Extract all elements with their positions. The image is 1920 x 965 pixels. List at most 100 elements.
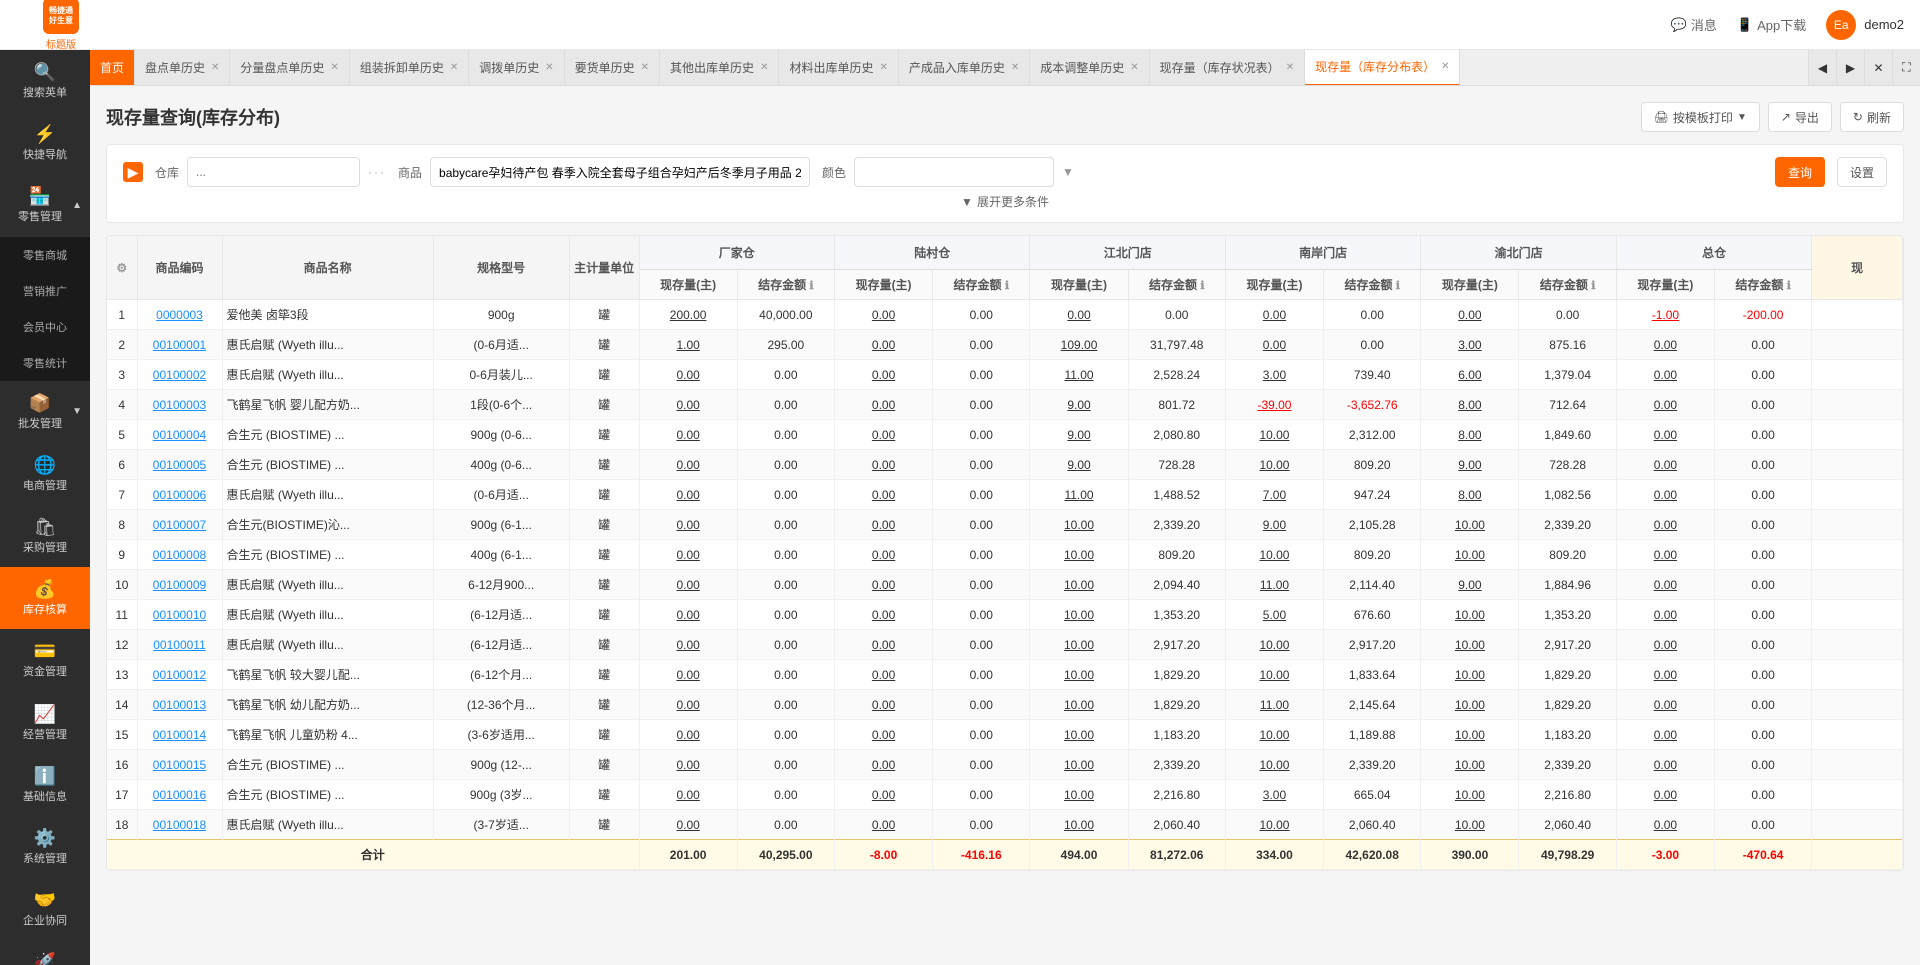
warehouse-input[interactable] <box>187 157 360 187</box>
cell-zongCurrent[interactable]: 0.00 <box>1616 630 1714 660</box>
tab-cost-adj[interactable]: 成本调整单历史 ✕ <box>1030 50 1149 86</box>
cell-changjiaCurrent[interactable]: 0.00 <box>639 510 737 540</box>
sidebar-item-search[interactable]: 🔍 搜索英单 <box>0 50 90 112</box>
tab-portion-check[interactable]: 分量盘点单历史 ✕ <box>230 50 349 86</box>
tab-material-out-close[interactable]: ✕ <box>879 62 887 73</box>
cell-lucunCurrent[interactable]: 0.00 <box>835 450 933 480</box>
tab-order-close[interactable]: ✕ <box>641 62 649 73</box>
cell-lucunCurrent[interactable]: 0.00 <box>835 510 933 540</box>
cell-jiangbeiCurrent[interactable]: 109.00 <box>1030 330 1128 360</box>
tab-stock-dist-close[interactable]: ✕ <box>1441 61 1449 72</box>
nav-arrow-right[interactable]: ▶ <box>1836 50 1864 86</box>
cell-yubeiCurrent[interactable]: 10.00 <box>1421 720 1519 750</box>
cell-yubeiCurrent[interactable]: 10.00 <box>1421 780 1519 810</box>
color-input[interactable] <box>854 157 1054 187</box>
cell-nananCurrent[interactable]: 10.00 <box>1225 540 1323 570</box>
cell-lucunCurrent[interactable]: 0.00 <box>835 540 933 570</box>
settings-icon[interactable]: ⚙ <box>116 261 127 275</box>
cell-yubeiCurrent[interactable]: 10.00 <box>1421 690 1519 720</box>
nav-arrow-left[interactable]: ◀ <box>1808 50 1836 86</box>
cell-nananCurrent[interactable]: 0.00 <box>1225 300 1323 330</box>
user-area[interactable]: Ea demo2 <box>1826 10 1904 40</box>
cell-nananCurrent[interactable]: -39.00 <box>1225 390 1323 420</box>
cell-zongCurrent[interactable]: 0.00 <box>1616 570 1714 600</box>
cell-jiangbeiCurrent[interactable]: 10.00 <box>1030 780 1128 810</box>
cell-yubeiCurrent[interactable]: 8.00 <box>1421 420 1519 450</box>
cell-lucunCurrent[interactable]: 0.00 <box>835 810 933 840</box>
cell-yubeiCurrent[interactable]: 10.00 <box>1421 600 1519 630</box>
cell-changjiaCurrent[interactable]: 0.00 <box>639 810 737 840</box>
cell-yubeiCurrent[interactable]: 10.00 <box>1421 750 1519 780</box>
sidebar-item-basic[interactable]: ℹ️ 基础信息 <box>0 754 90 816</box>
cell-changjiaCurrent[interactable]: 0.00 <box>639 720 737 750</box>
cell-zongCurrent[interactable]: 0.00 <box>1616 720 1714 750</box>
cell-lucunCurrent[interactable]: 0.00 <box>835 780 933 810</box>
tab-product-in-close[interactable]: ✕ <box>1011 62 1019 73</box>
cell-nananCurrent[interactable]: 10.00 <box>1225 810 1323 840</box>
jiangbei-info-icon[interactable]: ℹ <box>1200 280 1204 292</box>
lucun-info-icon[interactable]: ℹ <box>1005 280 1009 292</box>
tab-product-in[interactable]: 产成品入库单历史 ✕ <box>899 50 1030 86</box>
cell-jiangbeiCurrent[interactable]: 10.00 <box>1030 600 1128 630</box>
cell-zongCurrent[interactable]: 0.00 <box>1616 390 1714 420</box>
cell-nananCurrent[interactable]: 5.00 <box>1225 600 1323 630</box>
sidebar-item-wholesale[interactable]: 📦 批发管理 ▼ <box>0 381 90 443</box>
tab-material-out[interactable]: 材料出库单历史 ✕ <box>779 50 898 86</box>
export-button[interactable]: ↗ 导出 <box>1768 102 1832 132</box>
cell-changjiaCurrent[interactable]: 200.00 <box>639 300 737 330</box>
cell-zongCurrent[interactable]: 0.00 <box>1616 690 1714 720</box>
tab-order[interactable]: 要货单历史 ✕ <box>565 50 660 86</box>
changjiacao-info-icon[interactable]: ℹ <box>809 280 813 292</box>
cell-yubeiCurrent[interactable]: 8.00 <box>1421 390 1519 420</box>
query-button[interactable]: 查询 <box>1775 157 1825 187</box>
cell-jiangbeiCurrent[interactable]: 10.00 <box>1030 810 1128 840</box>
cell-zongCurrent[interactable]: 0.00 <box>1616 750 1714 780</box>
sidebar-item-inventory[interactable]: 💰 库存核算 <box>0 567 90 629</box>
cell-changjiaCurrent[interactable]: 0.00 <box>639 480 737 510</box>
cell-zongCurrent[interactable]: 0.00 <box>1616 660 1714 690</box>
cell-zongCurrent[interactable]: 0.00 <box>1616 330 1714 360</box>
cell-nananCurrent[interactable]: 10.00 <box>1225 720 1323 750</box>
cell-nananCurrent[interactable]: 9.00 <box>1225 510 1323 540</box>
cell-nananCurrent[interactable]: 11.00 <box>1225 690 1323 720</box>
tab-home[interactable]: 首页 <box>90 50 135 86</box>
cell-yubeiCurrent[interactable]: 9.00 <box>1421 450 1519 480</box>
cell-yubeiCurrent[interactable]: 8.00 <box>1421 480 1519 510</box>
cell-jiangbeiCurrent[interactable]: 0.00 <box>1030 300 1128 330</box>
cell-nananCurrent[interactable]: 10.00 <box>1225 420 1323 450</box>
cell-lucunCurrent[interactable]: 0.00 <box>835 690 933 720</box>
cell-jiangbeiCurrent[interactable]: 9.00 <box>1030 390 1128 420</box>
app-download-action[interactable]: 📱 App下载 <box>1737 15 1806 34</box>
cell-lucunCurrent[interactable]: 0.00 <box>835 480 933 510</box>
sidebar-item-finance[interactable]: 💳 资金管理 <box>0 629 90 691</box>
sidebar-item-system[interactable]: ⚙️ 系统管理 <box>0 816 90 878</box>
cell-jiangbeiCurrent[interactable]: 10.00 <box>1030 660 1128 690</box>
cell-lucunCurrent[interactable]: 0.00 <box>835 660 933 690</box>
warehouse-menu[interactable]: ··· <box>368 165 386 179</box>
yubei-info-icon[interactable]: ℹ <box>1591 280 1595 292</box>
color-dropdown-icon[interactable]: ▼ <box>1062 165 1074 179</box>
cell-yubeiCurrent[interactable]: 10.00 <box>1421 810 1519 840</box>
cell-changjiaCurrent[interactable]: 0.00 <box>639 450 737 480</box>
cell-jiangbeiCurrent[interactable]: 10.00 <box>1030 540 1128 570</box>
print-button[interactable]: 🖨 按模板打印 ▼ <box>1641 102 1760 132</box>
cell-lucunCurrent[interactable]: 0.00 <box>835 570 933 600</box>
sidebar-item-quicknav[interactable]: ⚡ 快捷导航 <box>0 112 90 174</box>
cell-nananCurrent[interactable]: 3.00 <box>1225 780 1323 810</box>
cell-yubeiCurrent[interactable]: 6.00 <box>1421 360 1519 390</box>
sidebar-item-retail[interactable]: 🏪 零售管理 ▲ <box>0 174 90 236</box>
cell-zongCurrent[interactable]: -1.00 <box>1616 300 1714 330</box>
tab-other-out-close[interactable]: ✕ <box>760 62 768 73</box>
cell-yubeiCurrent[interactable]: 10.00 <box>1421 510 1519 540</box>
cell-lucunCurrent[interactable]: 0.00 <box>835 750 933 780</box>
sidebar-item-collab[interactable]: 🤝 企业协同 <box>0 878 90 940</box>
cell-nananCurrent[interactable]: 7.00 <box>1225 480 1323 510</box>
tab-transfer[interactable]: 调拨单历史 ✕ <box>469 50 564 86</box>
sidebar-item-ecommerce[interactable]: 🌐 电商管理 <box>0 443 90 505</box>
cell-yubeiCurrent[interactable]: 10.00 <box>1421 660 1519 690</box>
cell-changjiaCurrent[interactable]: 0.00 <box>639 750 737 780</box>
cell-changjiaCurrent[interactable]: 0.00 <box>639 360 737 390</box>
cell-nananCurrent[interactable]: 3.00 <box>1225 360 1323 390</box>
cell-zongCurrent[interactable]: 0.00 <box>1616 780 1714 810</box>
cell-changjiaCurrent[interactable]: 0.00 <box>639 570 737 600</box>
